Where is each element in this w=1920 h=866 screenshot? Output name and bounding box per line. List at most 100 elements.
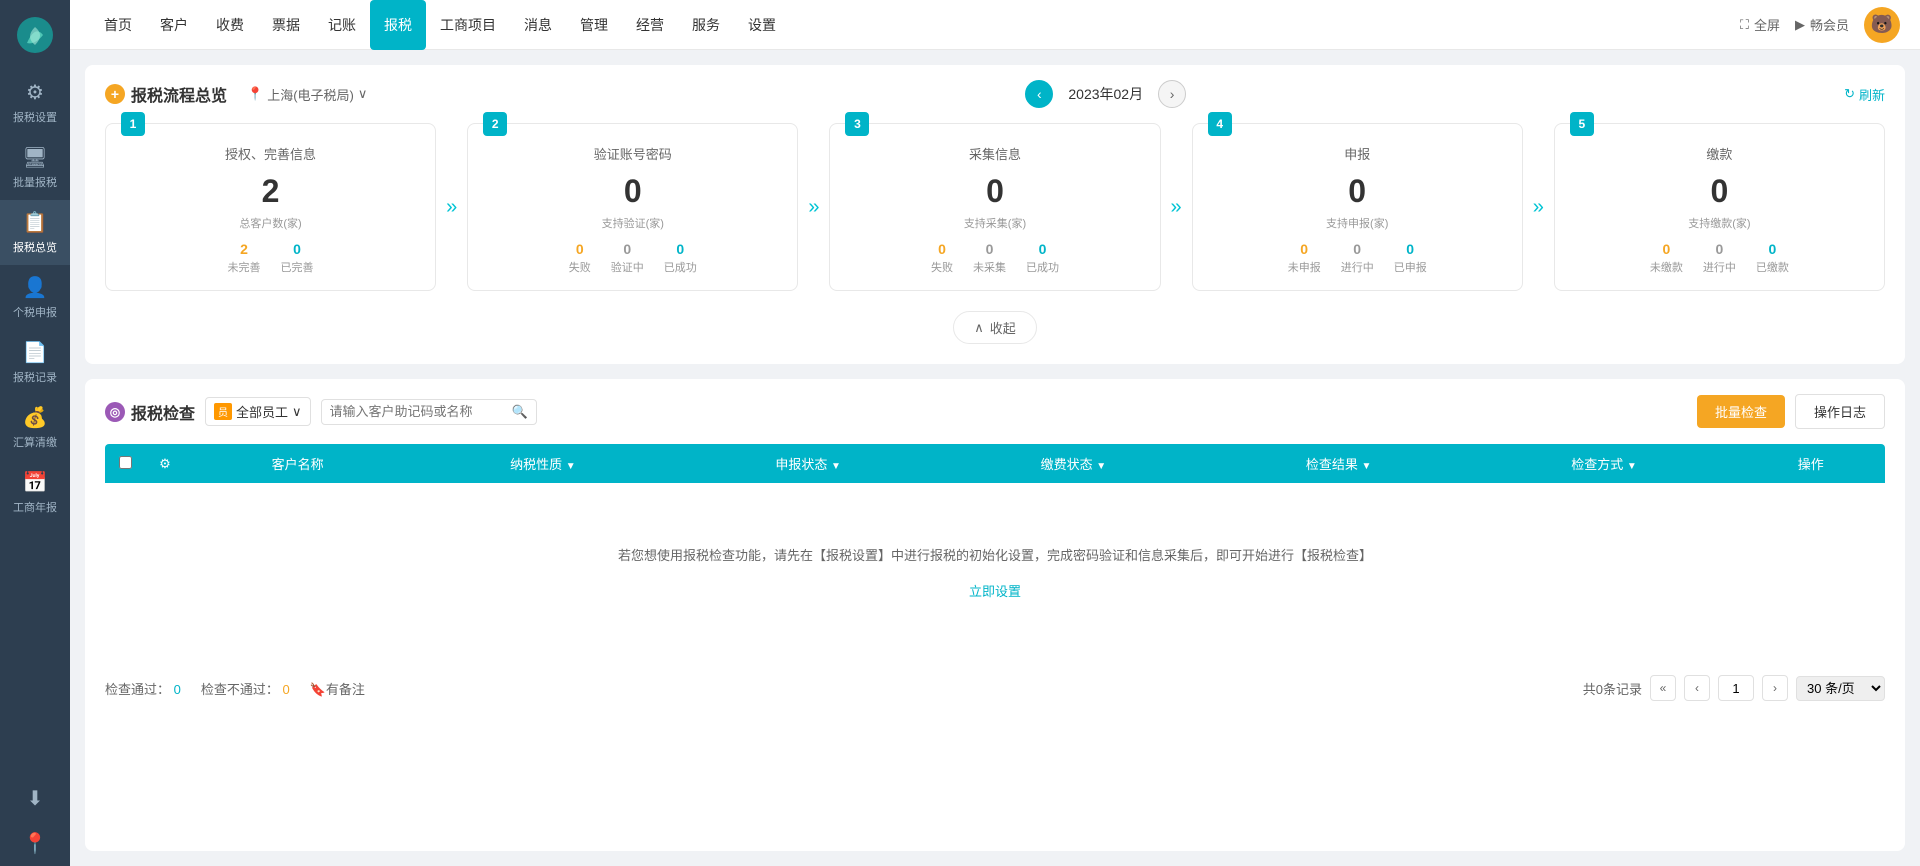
step-count-2: 0	[483, 173, 782, 210]
search-icon[interactable]: 🔍	[512, 404, 528, 420]
filter-icon-4[interactable]: ▼	[1362, 461, 1372, 472]
table-empty: 若您想使用报税检查功能，请先在【报税设置】中进行报税的初始化设置，完成密码验证和…	[105, 483, 1885, 665]
search-input[interactable]	[330, 404, 506, 419]
prev-page-btn[interactable]: ‹	[1684, 675, 1710, 701]
tax-check-table: ⚙ 客户名称 纳税性质 ▼ 申报状态 ▼	[105, 444, 1885, 665]
operation-log-btn[interactable]: 操作日志	[1795, 394, 1885, 429]
nav-operations[interactable]: 经营	[622, 0, 678, 50]
fail-val[interactable]: 0	[283, 682, 290, 697]
stat-label-3-0: 失败	[931, 259, 953, 275]
stat-4-0: 0 未申报	[1288, 241, 1321, 275]
filter-chevron-icon: ∨	[292, 404, 302, 420]
refresh-icon: ↻	[1844, 86, 1855, 102]
collapse-icon: ∧	[974, 320, 984, 336]
sidebar-item-tax-records-label: 报税记录	[13, 369, 57, 385]
video-icon: ▶	[1795, 17, 1805, 33]
page-size-select[interactable]: 30 条/页 50 条/页 100 条/页	[1796, 676, 1885, 701]
filter-icon-1[interactable]: ▼	[566, 461, 576, 472]
page-input[interactable]	[1718, 675, 1754, 701]
col-operations: 操作	[1737, 444, 1885, 483]
filter-icon-3[interactable]: ▼	[1096, 461, 1106, 472]
batch-check-btn[interactable]: 批量检查	[1697, 395, 1785, 428]
stat-2-2: 0 已成功	[664, 241, 697, 275]
sidebar-item-tax-records[interactable]: 📄 报税记录	[0, 330, 70, 395]
nav-services[interactable]: 服务	[678, 0, 734, 50]
topnav-right: ⛶ 全屏 ▶ 畅会员 🐻	[1740, 7, 1900, 43]
stat-val-1-0: 2	[240, 241, 248, 257]
stat-val-5-2: 0	[1769, 241, 1777, 257]
nav-tax[interactable]: 报税	[370, 0, 426, 50]
batch-tax-icon: 🖥	[22, 145, 47, 170]
sidebar-item-tax-overview-label: 报税总览	[13, 239, 57, 255]
step-stats-4: 0 未申报 0 进行中 0 已申报	[1208, 241, 1507, 275]
first-page-btn[interactable]: «	[1650, 675, 1676, 701]
empty-setup-link[interactable]: 立即设置	[125, 579, 1865, 605]
sidebar-item-annual-report[interactable]: 📅 工商年报	[0, 460, 70, 525]
stat-label-2-2: 已成功	[664, 259, 697, 275]
step-subtitle-2: 支持验证(家)	[483, 215, 782, 231]
stat-label-5-2: 已缴款	[1756, 259, 1789, 275]
sidebar-item-settlement-label: 汇算清缴	[13, 434, 57, 450]
sidebar-item-tax-overview[interactable]: 📋 报税总览	[0, 200, 70, 265]
stat-label-3-1: 未采集	[973, 259, 1006, 275]
nav-fees[interactable]: 收费	[202, 0, 258, 50]
flow-steps: 1 授权、完善信息 2 总客户数(家) 2 未完善 0 已完善	[105, 123, 1885, 291]
settings-icon[interactable]: ⚙	[159, 456, 171, 471]
col-client-name: 客户名称	[185, 444, 410, 483]
next-page-btn[interactable]: ›	[1762, 675, 1788, 701]
nav-messages[interactable]: 消息	[510, 0, 566, 50]
stat-1-1: 0 已完善	[281, 241, 314, 275]
avatar[interactable]: 🐻	[1864, 7, 1900, 43]
employee-filter[interactable]: 员 全部员工 ∨	[205, 397, 311, 426]
filter-icon-2[interactable]: ▼	[831, 461, 841, 472]
nav-accounting[interactable]: 记账	[314, 0, 370, 50]
sidebar-item-personal-filing[interactable]: 👤 个税申报	[0, 265, 70, 330]
tax-overview-icon: 📋	[23, 210, 48, 235]
stat-label-4-2: 已申报	[1394, 259, 1427, 275]
pass-val[interactable]: 0	[174, 682, 181, 697]
collapse-label: 收起	[990, 318, 1016, 337]
next-month-btn[interactable]: ›	[1158, 80, 1186, 108]
filter-tag: 员	[214, 403, 232, 420]
download-icon: ⬇	[27, 786, 44, 811]
table-head: ⚙ 客户名称 纳税性质 ▼ 申报状态 ▼	[105, 444, 1885, 483]
nav-clients[interactable]: 客户	[146, 0, 202, 50]
select-all-checkbox[interactable]	[119, 456, 132, 469]
nav-business[interactable]: 工商项目	[426, 0, 510, 50]
nav-home[interactable]: 首页	[90, 0, 146, 50]
stat-5-2: 0 已缴款	[1756, 241, 1789, 275]
nav-management[interactable]: 管理	[566, 0, 622, 50]
content-area: + 报税流程总览 📍 上海(电子税局) ∨ ‹ 2023年02月 › ↻ 刷新	[70, 50, 1920, 866]
table-empty-text: 若您想使用报税检查功能，请先在【报税设置】中进行报税的初始化设置，完成密码验证和…	[618, 548, 1372, 563]
collapse-btn[interactable]: ∧ 收起	[953, 311, 1037, 344]
sidebar-item-download[interactable]: ⬇	[0, 776, 70, 821]
stat-2-0: 0 失败	[569, 241, 591, 275]
stat-label-2-0: 失败	[569, 259, 591, 275]
col-settings: ⚙	[145, 444, 185, 483]
footer-right: 共0条记录 « ‹ › 30 条/页 50 条/页 100 条/页	[1583, 675, 1885, 701]
step-stats-2: 0 失败 0 验证中 0 已成功	[483, 241, 782, 275]
refresh-btn[interactable]: ↻ 刷新	[1844, 85, 1885, 104]
prev-month-btn[interactable]: ‹	[1025, 80, 1053, 108]
sidebar-item-location[interactable]: 📍	[0, 821, 70, 866]
table-footer: 检查通过： 0 检查不通过： 0 🔖有备注 共0条记录 « ‹ › 30 条/页	[105, 665, 1885, 711]
nav-settings[interactable]: 设置	[734, 0, 790, 50]
sidebar-item-batch-tax[interactable]: 🖥 批量报税	[0, 135, 70, 200]
stat-label-4-0: 未申报	[1288, 259, 1321, 275]
flow-arrow-3: »	[1161, 123, 1192, 291]
stat-val-2-2: 0	[676, 241, 684, 257]
flow-location[interactable]: 📍 上海(电子税局) ∨	[247, 85, 367, 104]
vip-btn[interactable]: ▶ 畅会员	[1795, 15, 1849, 34]
filter-icon-5[interactable]: ▼	[1627, 461, 1637, 472]
fullscreen-btn[interactable]: ⛶ 全屏	[1740, 15, 1780, 34]
stat-label-4-1: 进行中	[1341, 259, 1374, 275]
flow-step-3: 3 采集信息 0 支持采集(家) 0 失败 0 未采集	[829, 123, 1160, 291]
search-wrap[interactable]: 🔍	[321, 399, 537, 425]
sidebar-item-settlement[interactable]: 💰 汇算清缴	[0, 395, 70, 460]
sidebar-item-tax-settings[interactable]: ⚙ 报税设置	[0, 70, 70, 135]
step-num-5: 5	[1570, 112, 1594, 136]
nav-invoices[interactable]: 票据	[258, 0, 314, 50]
logo[interactable]	[10, 10, 60, 60]
sidebar-item-tax-settings-label: 报税设置	[13, 109, 57, 125]
personal-filing-icon: 👤	[23, 275, 48, 300]
